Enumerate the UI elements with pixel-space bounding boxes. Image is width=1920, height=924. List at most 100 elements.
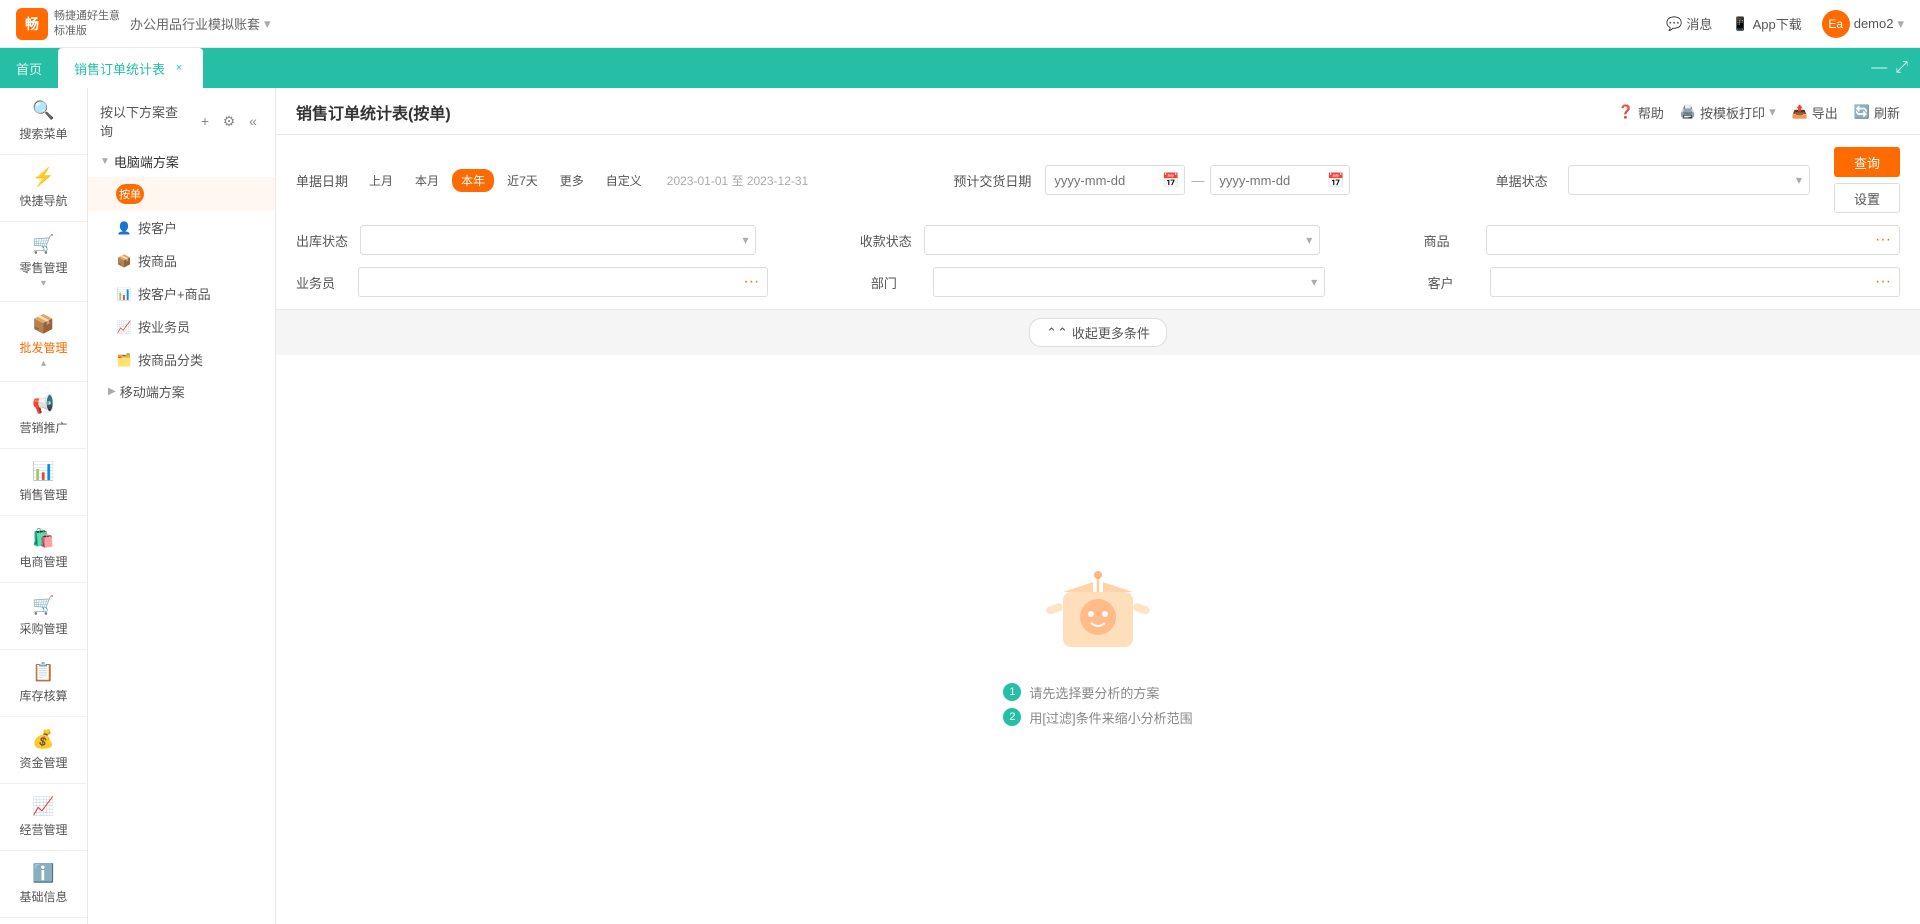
top-header: 畅 畅捷通好生意 标准版 办公用品行业模拟账套 ▾ 💬 消息 📱 App下载 E…: [0, 0, 1920, 48]
sidebar-item-quick-nav[interactable]: ⚡ 快捷导航: [0, 155, 87, 222]
scheme-add-button[interactable]: +: [195, 111, 215, 131]
mobile-group-chevron-icon: ▶: [108, 386, 116, 397]
payment-select[interactable]: [924, 225, 1320, 255]
sidebar-item-ecommerce[interactable]: 🛍️ 电商管理: [0, 516, 87, 583]
print-button[interactable]: 🖨️ 按模板打印 ▾: [1680, 103, 1776, 122]
avatar: Ea: [1822, 10, 1850, 38]
breadcrumb-dropdown-icon[interactable]: ▾: [264, 16, 271, 32]
collapse-up-icon: ⌃⌃: [1046, 325, 1068, 341]
help-icon: ❓: [1618, 104, 1634, 120]
status-filter-label: 单据状态: [1496, 171, 1556, 190]
sidebar-item-finance[interactable]: 💰 资金管理: [0, 717, 87, 784]
sidebar-item-purchase[interactable]: 🛒 采购管理: [0, 583, 87, 650]
logo-area: 畅 畅捷通好生意 标准版: [16, 8, 120, 40]
scheme-settings-button[interactable]: ⚙: [219, 111, 239, 131]
shipment-select[interactable]: [360, 225, 756, 255]
expected-date-inputs: 📅 — 📅: [1045, 165, 1350, 195]
header-right: 💬 消息 📱 App下载 Ea demo2 ▾: [1666, 10, 1904, 38]
expected-date-start-wrap: 📅: [1045, 165, 1185, 195]
scheme-collapse-button[interactable]: «: [243, 111, 263, 131]
scheme-item-by-customer-goods[interactable]: 📊 按客户+商品: [88, 277, 275, 310]
shipment-label: 出库状态: [296, 231, 348, 250]
custom-date-btn[interactable]: 自定义: [597, 169, 651, 192]
scheme-group-mobile: ▶ 移动端方案: [88, 376, 275, 407]
help-label: 帮助: [1638, 103, 1664, 122]
sidebar-item-system[interactable]: ⚙️ 系统管理: [0, 918, 87, 924]
setting-button[interactable]: 设置: [1834, 183, 1900, 213]
scheme-item-by-customer[interactable]: 👤 按客户: [88, 211, 275, 244]
scheme-item-by-goods[interactable]: 📦 按商品: [88, 244, 275, 277]
print-icon: 🖨️: [1680, 104, 1696, 120]
tab-minimize-icon[interactable]: —: [1871, 59, 1887, 77]
tab-maximize-icon[interactable]: ⤢: [1895, 59, 1908, 77]
logo-icon: 畅: [16, 8, 48, 40]
sidebar-item-retail[interactable]: 🛒 零售管理 ▾: [0, 222, 87, 302]
sidebar-item-basic[interactable]: ℹ️ 基础信息: [0, 851, 87, 918]
department-select-wrap: [933, 267, 1325, 297]
collapse-label: 收起更多条件: [1072, 323, 1150, 342]
sidebar-item-wholesale[interactable]: 📦 批发管理 ▴: [0, 302, 87, 382]
this-year-btn[interactable]: 本年: [452, 169, 494, 192]
department-select[interactable]: [933, 267, 1325, 297]
query-btn-group: 查询 设置: [1834, 147, 1900, 213]
sidebar-search-menu-label: 搜索菜单: [19, 125, 67, 142]
print-label: 按模板打印: [1700, 103, 1765, 122]
sidebar-item-sales[interactable]: 📊 销售管理: [0, 449, 87, 516]
right-main: 销售订单统计表(按单) ❓ 帮助 🖨️ 按模板打印 ▾ 📤: [276, 88, 1920, 924]
shipment-select-wrap: [360, 225, 756, 255]
customer-dots-icon: ···: [1875, 273, 1891, 291]
scheme-group-pc-header[interactable]: ▼ 电脑端方案: [88, 146, 275, 177]
customer-selector[interactable]: ···: [1490, 267, 1900, 297]
refresh-label: 刷新: [1874, 103, 1900, 122]
salesperson-dots-icon: ···: [743, 273, 759, 291]
messages-button[interactable]: 💬 消息: [1666, 14, 1712, 33]
query-button[interactable]: 查询: [1834, 147, 1900, 177]
empty-hint-1: 1 请先选择要分析的方案: [1003, 683, 1192, 702]
tab-sales-order-stats[interactable]: 销售订单统计表 ×: [58, 48, 203, 88]
page-title: 销售订单统计表(按单): [296, 100, 451, 124]
status-select-wrap: [1568, 165, 1810, 195]
page-header: 销售订单统计表(按单) ❓ 帮助 🖨️ 按模板打印 ▾ 📤: [276, 88, 1920, 135]
scheme-item-by-goods-category[interactable]: 🗂️ 按商品分类: [88, 343, 275, 376]
tab-home[interactable]: 首页: [0, 48, 58, 88]
sidebar-item-search-menu[interactable]: 🔍 搜索菜单: [0, 88, 87, 155]
refresh-button[interactable]: 🔄 刷新: [1854, 103, 1900, 122]
user-menu-button[interactable]: Ea demo2 ▾: [1822, 10, 1904, 38]
scheme-by-customer-label: 按客户: [138, 218, 177, 237]
more-dates-btn[interactable]: 更多: [551, 169, 593, 192]
hint-num-2: 2: [1003, 708, 1021, 726]
sidebar-item-operations[interactable]: 📈 经营管理: [0, 784, 87, 851]
payment-label: 收款状态: [860, 231, 912, 250]
empty-state: 1 请先选择要分析的方案 2 用[过滤]条件来缩小分析范围: [276, 355, 1920, 924]
last-month-btn[interactable]: 上月: [360, 169, 402, 192]
export-label: 导出: [1812, 103, 1838, 122]
breadcrumb: 办公用品行业模拟账套 ▾: [130, 14, 271, 33]
page-header-top: 销售订单统计表(按单) ❓ 帮助 🖨️ 按模板打印 ▾ 📤: [296, 100, 1900, 124]
refresh-icon: 🔄: [1854, 104, 1870, 120]
scheme-group-mobile-header[interactable]: ▶ 移动端方案: [88, 376, 275, 407]
status-select[interactable]: [1568, 165, 1810, 195]
last7days-btn[interactable]: 近7天: [498, 169, 547, 192]
goods-selector[interactable]: ···: [1486, 225, 1900, 255]
collapse-button[interactable]: ⌃⌃ 收起更多条件: [1029, 318, 1167, 347]
scheme-item-by-order[interactable]: 按单: [88, 177, 275, 211]
salesperson-selector[interactable]: ···: [358, 267, 768, 297]
date-filter-label: 单据日期: [296, 171, 348, 190]
sales-icon: 📊: [32, 461, 54, 482]
sidebar-item-marketing[interactable]: 📢 营销推广: [0, 382, 87, 449]
tab-home-label: 首页: [16, 59, 42, 78]
sidebar-item-inventory[interactable]: 📋 库存核算: [0, 650, 87, 717]
scheme-action-btns: + ⚙ «: [195, 111, 263, 131]
content-panel: 按以下方案查询 + ⚙ « ▼ 电脑端方案 按单 👤 按客户: [88, 88, 1920, 924]
export-button[interactable]: 📤 导出: [1792, 103, 1838, 122]
tab-close-icon[interactable]: ×: [171, 60, 187, 76]
salesperson-label: 业务员: [296, 273, 346, 292]
app-download-button[interactable]: 📱 App下载: [1732, 14, 1801, 33]
sidebar-inventory-label: 库存核算: [19, 687, 67, 704]
calendar-start-icon[interactable]: 📅: [1162, 172, 1179, 189]
help-button[interactable]: ❓ 帮助: [1618, 103, 1664, 122]
scheme-item-by-salesperson[interactable]: 📈 按业务员: [88, 310, 275, 343]
calendar-end-icon[interactable]: 📅: [1327, 172, 1344, 189]
goods-label: 商品: [1424, 231, 1474, 250]
this-month-btn[interactable]: 本月: [406, 169, 448, 192]
